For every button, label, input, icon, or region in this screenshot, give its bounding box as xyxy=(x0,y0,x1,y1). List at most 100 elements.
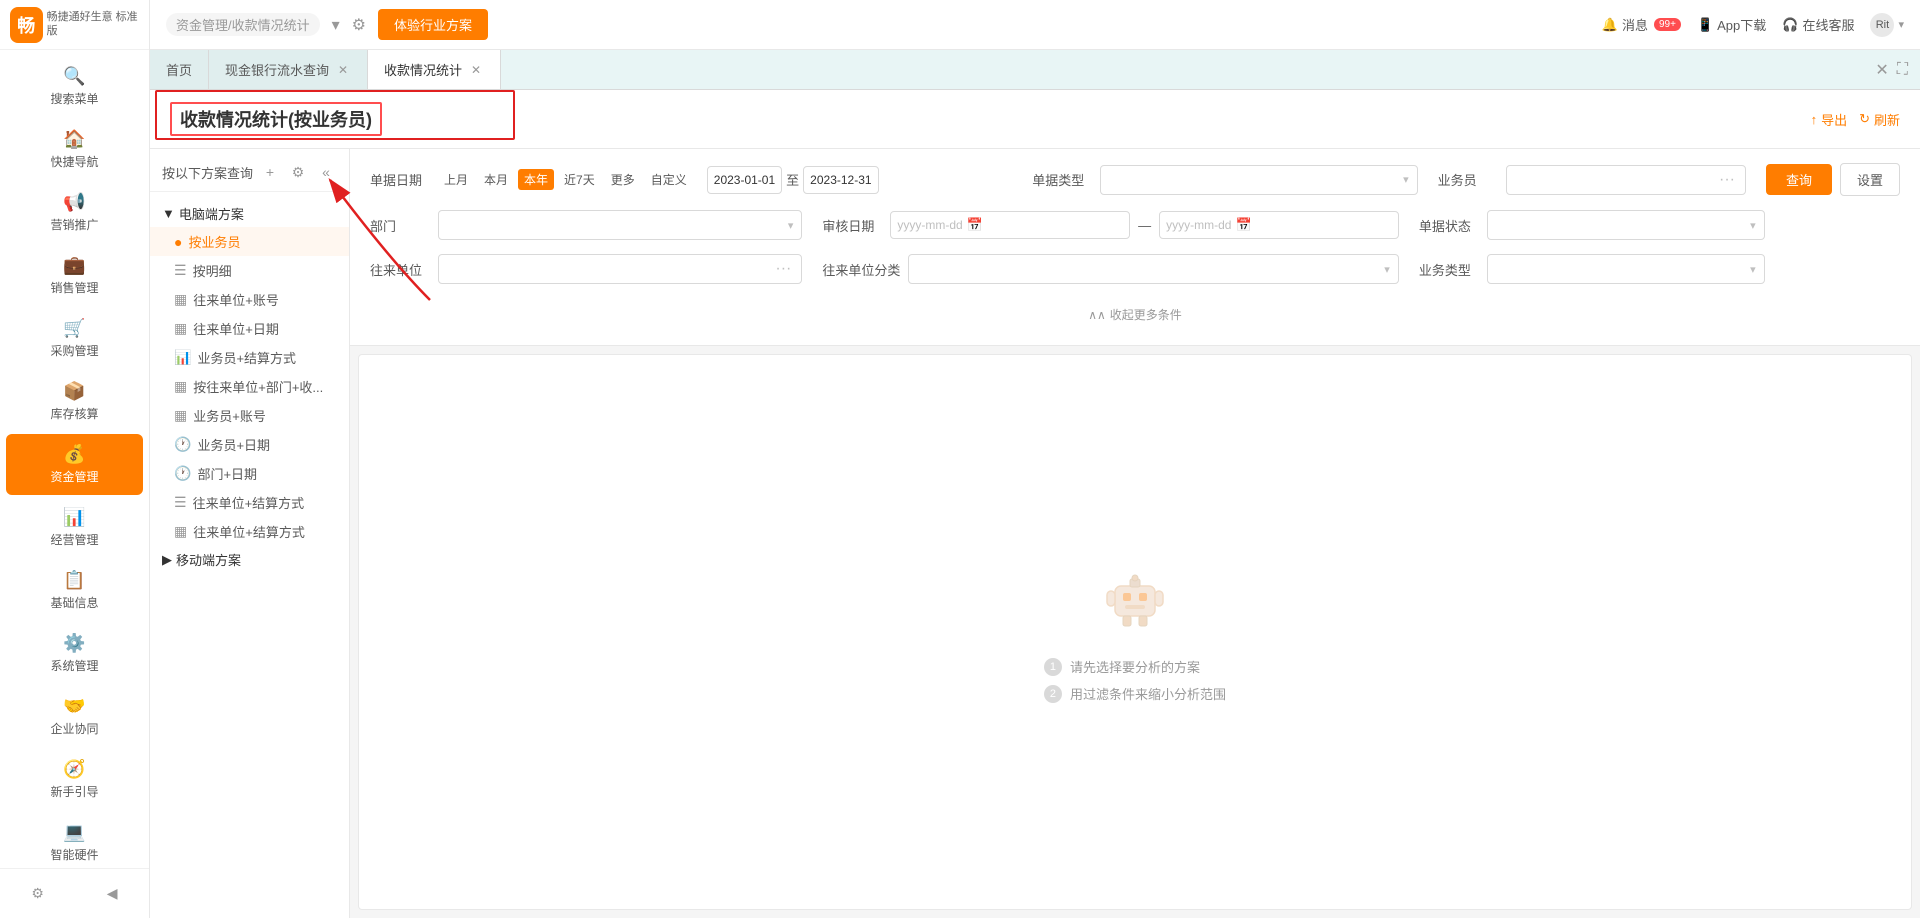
tree-item-by-mingxi[interactable]: ☰ 按明细 xyxy=(150,256,349,285)
industry-solution-btn[interactable]: 体验行业方案 xyxy=(378,9,488,40)
tree-item-label: 往来单位+日期 xyxy=(193,319,279,338)
sidebar-item-label: 智能硬件 xyxy=(50,846,98,863)
sidebar-item-label: 搜索菜单 xyxy=(50,90,98,107)
export-icon: ↑ xyxy=(1811,112,1818,127)
partner-dots-btn[interactable]: ··· xyxy=(773,260,793,278)
date-separator: 至 xyxy=(786,170,799,189)
salesperson-dots-btn[interactable]: ··· xyxy=(1717,171,1737,189)
collapse-panel-btn[interactable]: « xyxy=(315,161,337,183)
tree-desktop-label: 电脑端方案 xyxy=(179,204,244,223)
tree-item-sale-account[interactable]: ▦ 业务员+账号 xyxy=(150,401,349,430)
partner-select[interactable]: ··· xyxy=(438,254,802,284)
tab-bank[interactable]: 现金银行流水查询 ✕ xyxy=(209,50,368,89)
sidebar-item-label: 资金管理 xyxy=(50,468,98,485)
collapse-label: 收起更多条件 xyxy=(1110,306,1182,323)
tree-item-unit-dept-recv[interactable]: ▦ 按往来单位+部门+收... xyxy=(150,372,349,401)
export-label: 导出 xyxy=(1821,110,1847,129)
sidebar-item-label: 采购管理 xyxy=(50,342,98,359)
app-download-btn[interactable]: 📱 App下载 xyxy=(1697,15,1766,34)
breadcrumb: 资金管理/收款情况统计 xyxy=(166,13,320,36)
sidebar-item-sales[interactable]: 💼 销售管理 xyxy=(6,245,143,306)
collapse-btn[interactable]: ∧∧ 收起更多条件 xyxy=(370,298,1900,331)
add-scheme-btn[interactable]: + xyxy=(259,161,281,183)
sidebar-settings-btn[interactable]: ⚙ xyxy=(27,881,48,906)
tab-close-all-icon[interactable]: ✕ xyxy=(1875,60,1888,80)
sidebar-item-corp[interactable]: 🤝 企业协同 xyxy=(6,686,143,747)
hint-num-2: 2 xyxy=(1044,685,1062,703)
tab-home[interactable]: 首页 xyxy=(150,50,209,89)
partner-category-select[interactable]: ▾ xyxy=(908,254,1398,284)
sidebar-item-purchase[interactable]: 🛒 采购管理 xyxy=(6,308,143,369)
tree-item-by-salesperson[interactable]: ● 按业务员 xyxy=(150,227,349,256)
sidebar-item-marketing[interactable]: 📢 营销推广 xyxy=(6,182,143,243)
sidebar-item-label: 新手引导 xyxy=(50,783,98,800)
tree-item-unit-account[interactable]: ▦ 往来单位+账号 xyxy=(150,285,349,314)
sidebar-item-finance[interactable]: 💰 资金管理 xyxy=(6,434,143,495)
tab-receipt-close[interactable]: ✕ xyxy=(468,62,484,78)
page-container: 收款情况统计(按业务员) ↑ 导出 ↻ 刷新 按以下方案查询 + xyxy=(150,90,1920,918)
date-tab-this-year[interactable]: 本年 xyxy=(518,169,554,190)
scheme-settings-btn[interactable]: ⚙ xyxy=(287,161,309,183)
tree-mobile-header[interactable]: ▶ 移动端方案 xyxy=(150,546,349,573)
voucher-type-select[interactable]: ▾ xyxy=(1100,165,1417,195)
date-tab-this-month[interactable]: 本月 xyxy=(478,169,514,190)
sidebar-item-label: 基础信息 xyxy=(50,594,98,611)
filter-row-2: 部门 ▾ 审核日期 yyyy-mm-dd 📅 xyxy=(370,210,1900,240)
filter-btn-group: 查询 设置 xyxy=(1766,163,1900,196)
export-btn[interactable]: ↑ 导出 xyxy=(1811,110,1848,129)
tree-item-sale-settle[interactable]: 📊 业务员+结算方式 xyxy=(150,343,349,372)
settings-btn[interactable]: 设置 xyxy=(1840,163,1900,196)
empty-hint-2: 2 用过滤条件来缩小分析范围 xyxy=(1044,684,1226,703)
tree-item-label: 按往来单位+部门+收... xyxy=(193,377,323,396)
audit-to-input[interactable]: yyyy-mm-dd 📅 xyxy=(1159,211,1399,239)
refresh-btn[interactable]: ↻ 刷新 xyxy=(1859,110,1900,129)
tree-item-unit-date[interactable]: ▦ 往来单位+日期 xyxy=(150,314,349,343)
date-tab-last-month[interactable]: 上月 xyxy=(438,169,474,190)
date-tab-custom[interactable]: 自定义 xyxy=(645,169,693,190)
sidebar-item-operations[interactable]: 📊 经营管理 xyxy=(6,497,143,558)
date-from-input[interactable]: 2023-01-01 xyxy=(707,166,782,194)
tree-item-sale-date[interactable]: 🕐 业务员+日期 xyxy=(150,430,349,459)
date-tab-more[interactable]: 更多 xyxy=(605,169,641,190)
topbar-left: 资金管理/收款情况统计 ▾ ⚙ 体验行业方案 xyxy=(166,9,488,40)
sidebar-item-hardware[interactable]: 💻 智能硬件 xyxy=(6,812,143,868)
sidebar-item-basic[interactable]: 📋 基础信息 xyxy=(6,560,143,621)
date-to-input[interactable]: 2023-12-31 xyxy=(803,166,878,194)
topbar-dropdown-icon[interactable]: ▾ xyxy=(332,15,340,35)
voucher-status-select[interactable]: ▾ xyxy=(1487,210,1765,240)
audit-from-input[interactable]: yyyy-mm-dd 📅 xyxy=(890,211,1130,239)
sidebar-item-inventory[interactable]: 📦 库存核算 xyxy=(6,371,143,432)
query-btn[interactable]: 查询 xyxy=(1766,164,1832,195)
biz-type-select[interactable]: ▾ xyxy=(1487,254,1765,284)
hint-text-1: 请先选择要分析的方案 xyxy=(1070,657,1200,676)
sidebar-item-search[interactable]: 🔍 搜索菜单 xyxy=(6,56,143,117)
sidebar-item-label: 快捷导航 xyxy=(50,153,98,170)
sidebar-item-shortcut[interactable]: 🏠 快捷导航 xyxy=(6,119,143,180)
tree-item-dept-date[interactable]: 🕐 部门+日期 xyxy=(150,459,349,488)
date-tab-7days[interactable]: 近7天 xyxy=(558,169,601,190)
notification-btn[interactable]: 🔔 消息 99+ xyxy=(1602,15,1681,34)
tree-item-label: 业务员+账号 xyxy=(193,406,266,425)
online-service-btn[interactable]: 🎧 在线客服 xyxy=(1782,15,1854,34)
user-menu-btn[interactable]: Rit ▾ xyxy=(1870,13,1904,37)
right-panel: 单据日期 上月 本月 本年 近7天 更多 自定义 xyxy=(350,149,1920,918)
sidebar-item-guide[interactable]: 🧭 新手引导 xyxy=(6,749,143,810)
voucher-type-dropdown-icon: ▾ xyxy=(1403,173,1409,186)
tab-bank-close[interactable]: ✕ xyxy=(335,62,351,78)
tab-receipt[interactable]: 收款情况统计 ✕ xyxy=(368,50,501,89)
operations-icon: 📊 xyxy=(63,507,85,528)
date-to-value: 2023-12-31 xyxy=(810,173,871,187)
finance-icon: 💰 xyxy=(63,444,85,465)
sidebar-item-system[interactable]: ⚙️ 系统管理 xyxy=(6,623,143,684)
empty-hints: 1 请先选择要分析的方案 2 用过滤条件来缩小分析范围 xyxy=(1044,657,1226,703)
topbar-settings-btn[interactable]: ⚙ xyxy=(352,15,366,35)
dept-select[interactable]: ▾ xyxy=(438,210,802,240)
tree-item-unit-settle2[interactable]: ▦ 往来单位+结算方式 xyxy=(150,517,349,546)
tab-maximize-icon[interactable]: ⛶ xyxy=(1897,61,1908,79)
tree-item-unit-settle[interactable]: ☰ 往来单位+结算方式 xyxy=(150,488,349,517)
sidebar-collapse-btn[interactable]: ◀ xyxy=(103,881,122,906)
salesperson-select[interactable]: ··· xyxy=(1506,165,1746,195)
hint-text-2: 用过滤条件来缩小分析范围 xyxy=(1070,684,1226,703)
tree-desktop-header[interactable]: ▼ 电脑端方案 xyxy=(150,200,349,227)
empty-hint-1: 1 请先选择要分析的方案 xyxy=(1044,657,1226,676)
